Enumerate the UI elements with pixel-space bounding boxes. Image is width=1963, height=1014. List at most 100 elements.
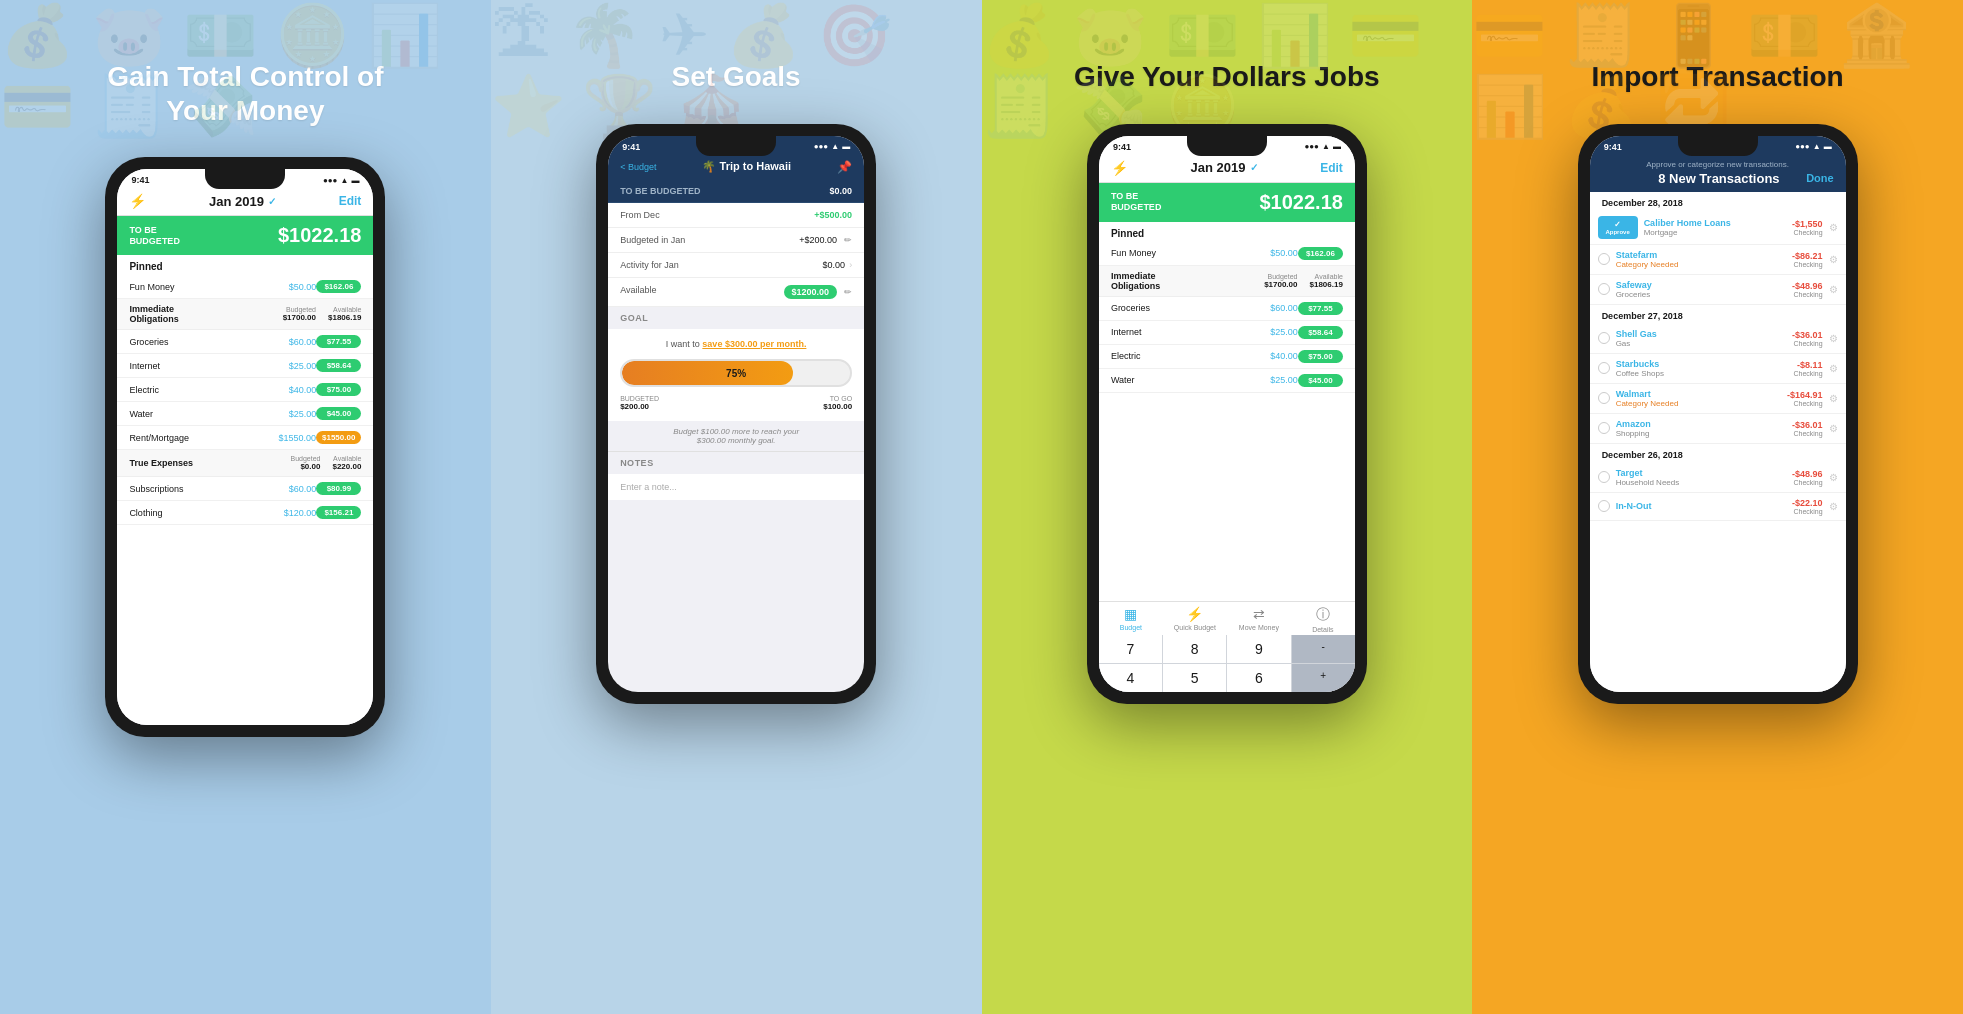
txn-right-target: -$48.96 Checking bbox=[1792, 469, 1823, 486]
approve-button-caliber[interactable]: ✓ Approve bbox=[1598, 216, 1638, 239]
txn-info-statefarm: Statefarm Category Needed bbox=[1616, 250, 1786, 269]
goal-activity-jan[interactable]: Activity for Jan $0.00 › bbox=[608, 253, 864, 278]
budget-row-internet-1[interactable]: Internet $25.00 $58.64 bbox=[117, 354, 373, 378]
phone-3: 9:41 ●●● ▲ ▬ ⚡ Jan 2019 ✓ Edit TO BEBUDG… bbox=[1087, 124, 1367, 704]
tbb-label-3: TO BEBUDGETED bbox=[1111, 191, 1162, 213]
txn-info-safeway: Safeway Groceries bbox=[1616, 280, 1786, 299]
txn-innout[interactable]: In-N-Out -$22.10 Checking ⚙ bbox=[1590, 493, 1846, 521]
txn-safeway[interactable]: Safeway Groceries -$48.96 Checking ⚙ bbox=[1590, 275, 1846, 305]
txn-walmart[interactable]: Walmart Category Needed -$164.91 Checkin… bbox=[1590, 384, 1846, 414]
back-button-2[interactable]: < Budget bbox=[620, 162, 656, 172]
budget-list-1[interactable]: Pinned Fun Money $50.00 $162.06 Immediat… bbox=[117, 255, 373, 725]
group-immediate-1[interactable]: ImmediateObligations Budgeted $1700.00 A… bbox=[117, 299, 373, 330]
header-title-3: Jan 2019 ✓ bbox=[1191, 160, 1258, 175]
battery-icon-4: ▬ bbox=[1824, 142, 1832, 151]
app-header-3: ⚡ Jan 2019 ✓ Edit bbox=[1099, 154, 1355, 183]
phone-notch-3 bbox=[1187, 136, 1267, 156]
budget-row-subscriptions-1[interactable]: Subscriptions $60.00 $80.99 bbox=[117, 477, 373, 501]
budget-row-fun-money-3[interactable]: Fun Money $50.00 $162.06 bbox=[1099, 242, 1355, 266]
txn-starbucks[interactable]: Starbucks Coffee Shops -$8.11 Checking ⚙ bbox=[1590, 354, 1846, 384]
radio-shell[interactable] bbox=[1598, 332, 1610, 344]
budget-row-groceries-1[interactable]: Groceries $60.00 $77.55 bbox=[117, 330, 373, 354]
phone-notch-4 bbox=[1678, 136, 1758, 156]
nav-details[interactable]: ⓘ Details bbox=[1291, 606, 1355, 633]
key-plus[interactable]: + bbox=[1292, 664, 1355, 692]
txn-right-amazon: -$36.01 Checking bbox=[1792, 420, 1823, 437]
nav-budget[interactable]: ▦ Budget bbox=[1099, 606, 1163, 633]
txn-info-amazon: Amazon Shopping bbox=[1616, 419, 1786, 438]
nav-quick-budget[interactable]: ⚡ Quick Budget bbox=[1163, 606, 1227, 633]
tbb-banner-3: TO BEBUDGETED $1022.18 bbox=[1099, 183, 1355, 222]
budget-row-fun-money[interactable]: Fun Money $50.00 $162.06 bbox=[117, 275, 373, 299]
gear-icon-amazon: ⚙ bbox=[1829, 423, 1838, 434]
txn-name-statefarm: Statefarm bbox=[1616, 250, 1786, 260]
budget-row-electric-1[interactable]: Electric $40.00 $75.00 bbox=[117, 378, 373, 402]
gear-icon-walmart: ⚙ bbox=[1829, 393, 1838, 404]
key-minus[interactable]: - bbox=[1292, 635, 1355, 663]
txn-acct-walmart: Checking bbox=[1787, 400, 1823, 407]
radio-safeway[interactable] bbox=[1598, 283, 1610, 295]
signal-icon-3: ●●● bbox=[1304, 142, 1319, 151]
app-header-1: ⚡ Jan 2019 ✓ Edit bbox=[117, 187, 373, 216]
edit-button-1[interactable]: Edit bbox=[339, 194, 362, 208]
txn-statefarm[interactable]: Statefarm Category Needed -$86.21 Checki… bbox=[1590, 245, 1846, 275]
budget-row-internet-3[interactable]: Internet $25.00 $58.64 bbox=[1099, 321, 1355, 345]
signal-icon-2: ●●● bbox=[814, 142, 829, 151]
notes-input[interactable]: Enter a note... bbox=[608, 474, 864, 500]
txn-name-caliber: Caliber Home Loans bbox=[1644, 218, 1786, 228]
panel-1-title: Gain Total Control of Your Money bbox=[67, 60, 423, 127]
key-7[interactable]: 7 bbox=[1099, 635, 1162, 663]
panel-4: 💳 🧾 📱 💵 🏦 📊 💰 🔁 Import Transaction 9:41 … bbox=[1472, 0, 1963, 1014]
txn-name-amazon: Amazon bbox=[1616, 419, 1786, 429]
phone-notch-2 bbox=[696, 136, 776, 156]
tbb-label-1: TO BE BUDGETED bbox=[129, 225, 180, 247]
radio-statefarm[interactable] bbox=[1598, 253, 1610, 265]
gear-icon-target: ⚙ bbox=[1829, 472, 1838, 483]
goal-link[interactable]: save $300.00 per month. bbox=[702, 339, 806, 349]
notes-section: NOTES bbox=[608, 451, 864, 474]
tbb-banner-1: TO BE BUDGETED $1022.18 bbox=[117, 216, 373, 255]
budget-list-3[interactable]: Pinned Fun Money $50.00 $162.06 Immediat… bbox=[1099, 222, 1355, 601]
txn-acct-safeway: Checking bbox=[1792, 291, 1823, 298]
txn-caliber[interactable]: ✓ Approve Caliber Home Loans Mortgage -$… bbox=[1590, 211, 1846, 245]
done-button[interactable]: Done bbox=[1806, 172, 1834, 184]
goal-available[interactable]: Available $1200.00 ✏ bbox=[608, 278, 864, 307]
txn-target[interactable]: Target Household Needs -$48.96 Checking … bbox=[1590, 463, 1846, 493]
phone-screen-3: 9:41 ●●● ▲ ▬ ⚡ Jan 2019 ✓ Edit TO BEBUDG… bbox=[1099, 136, 1355, 692]
battery-icon-2: ▬ bbox=[842, 142, 850, 151]
txn-right-shell: -$36.01 Checking bbox=[1792, 330, 1823, 347]
goal-from-dec[interactable]: From Dec +$500.00 bbox=[608, 203, 864, 228]
goal-budgeted-jan[interactable]: Budgeted in Jan +$200.00 ✏ bbox=[608, 228, 864, 253]
group-immediate-3[interactable]: ImmediateObligations Budgeted $1700.00 A… bbox=[1099, 266, 1355, 297]
phone-screen-1: 9:41 ●●● ▲ ▬ ⚡ Jan 2019 ✓ Edit TO BE BUD… bbox=[117, 169, 373, 725]
radio-amazon[interactable] bbox=[1598, 422, 1610, 434]
nav-move-money[interactable]: ⇄ Move Money bbox=[1227, 606, 1291, 633]
details-icon: ⓘ bbox=[1316, 606, 1330, 624]
budget-row-rent-1[interactable]: Rent/Mortgage $1550.00 $1550.00 bbox=[117, 426, 373, 450]
key-9[interactable]: 9 bbox=[1227, 635, 1290, 663]
radio-starbucks[interactable] bbox=[1598, 362, 1610, 374]
radio-innout[interactable] bbox=[1598, 500, 1610, 512]
edit-button-3[interactable]: Edit bbox=[1320, 161, 1343, 175]
budget-row-groceries-3[interactable]: Groceries $60.00 $77.55 bbox=[1099, 297, 1355, 321]
group-true-expenses-1[interactable]: True Expenses Budgeted $0.00 Available $… bbox=[117, 450, 373, 477]
budget-row-water-1[interactable]: Water $25.00 $45.00 bbox=[117, 402, 373, 426]
key-4[interactable]: 4 bbox=[1099, 664, 1162, 692]
txn-amazon[interactable]: Amazon Shopping -$36.01 Checking ⚙ bbox=[1590, 414, 1846, 444]
budget-row-clothing-1[interactable]: Clothing $120.00 $156.21 bbox=[117, 501, 373, 525]
txn-info-shell: Shell Gas Gas bbox=[1616, 329, 1786, 348]
txn-shell[interactable]: Shell Gas Gas -$36.01 Checking ⚙ bbox=[1590, 324, 1846, 354]
goal-hint: Budget $100.00 more to reach your$300.00… bbox=[608, 421, 864, 451]
budget-row-water-3[interactable]: Water $25.00 $45.00 bbox=[1099, 369, 1355, 393]
gear-icon-safeway: ⚙ bbox=[1829, 284, 1838, 295]
radio-walmart[interactable] bbox=[1598, 392, 1610, 404]
txn-list[interactable]: December 28, 2018 ✓ Approve Caliber Home… bbox=[1590, 192, 1846, 692]
key-5[interactable]: 5 bbox=[1163, 664, 1226, 692]
key-6[interactable]: 6 bbox=[1227, 664, 1290, 692]
radio-target[interactable] bbox=[1598, 471, 1610, 483]
key-8[interactable]: 8 bbox=[1163, 635, 1226, 663]
status-time-4: 9:41 bbox=[1604, 142, 1622, 152]
budget-row-electric-3[interactable]: Electric $40.00 $75.00 bbox=[1099, 345, 1355, 369]
txn-info-innout: In-N-Out bbox=[1616, 501, 1786, 511]
status-time-1: 9:41 bbox=[131, 175, 149, 185]
